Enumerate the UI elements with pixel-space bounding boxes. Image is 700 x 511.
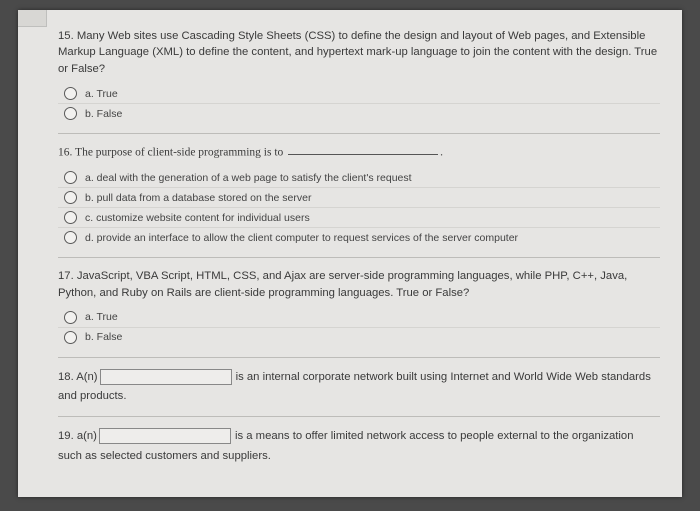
question-17-text: 17. JavaScript, VBA Script, HTML, CSS, a… <box>58 268 660 301</box>
q15-option-a[interactable]: a. True <box>58 83 660 103</box>
question-18: 18. A(n)is an internal corporate network… <box>58 358 660 417</box>
corner-tab <box>18 10 47 27</box>
question-16-text: 16. The purpose of client-side programmi… <box>58 144 660 161</box>
radio-icon[interactable] <box>64 211 77 224</box>
option-label: a. True <box>85 88 118 100</box>
radio-icon[interactable] <box>64 331 77 344</box>
radio-icon[interactable] <box>64 171 77 184</box>
q19-blank-input[interactable] <box>99 428 231 444</box>
q18-blank-input[interactable] <box>100 369 232 385</box>
q16-pre: 16. The purpose of client-side programmi… <box>58 146 286 158</box>
q19-pre: 19. a(n) <box>58 430 97 442</box>
option-label: d. provide an interface to allow the cli… <box>85 232 518 244</box>
radio-icon[interactable] <box>64 231 77 244</box>
question-17: 17. JavaScript, VBA Script, HTML, CSS, a… <box>58 258 660 358</box>
radio-icon[interactable] <box>64 311 77 324</box>
option-label: a. True <box>85 311 118 323</box>
quiz-sheet: 15. Many Web sites use Cascading Style S… <box>18 10 682 497</box>
q16-option-b[interactable]: b. pull data from a database stored on t… <box>58 187 660 207</box>
q18-pre: 18. A(n) <box>58 371 98 383</box>
q15-option-b[interactable]: b. False <box>58 103 660 123</box>
question-19: 19. a(n)is a means to offer limited netw… <box>58 417 660 475</box>
radio-icon[interactable] <box>64 191 77 204</box>
question-16: 16. The purpose of client-side programmi… <box>58 134 660 258</box>
option-label: b. False <box>85 108 122 120</box>
question-15: 15. Many Web sites use Cascading Style S… <box>58 18 660 134</box>
radio-icon[interactable] <box>64 107 77 120</box>
option-label: c. customize website content for individ… <box>85 212 310 224</box>
q16-option-d[interactable]: d. provide an interface to allow the cli… <box>58 227 660 247</box>
blank-line <box>288 144 438 155</box>
option-label: b. pull data from a database stored on t… <box>85 192 311 204</box>
q17-option-a[interactable]: a. True <box>58 307 660 327</box>
question-15-text: 15. Many Web sites use Cascading Style S… <box>58 28 660 77</box>
q16-option-c[interactable]: c. customize website content for individ… <box>58 207 660 227</box>
q16-option-a[interactable]: a. deal with the generation of a web pag… <box>58 167 660 187</box>
option-label: a. deal with the generation of a web pag… <box>85 172 412 184</box>
q16-post: . <box>440 146 443 158</box>
q17-option-b[interactable]: b. False <box>58 327 660 347</box>
radio-icon[interactable] <box>64 87 77 100</box>
option-label: b. False <box>85 331 122 343</box>
